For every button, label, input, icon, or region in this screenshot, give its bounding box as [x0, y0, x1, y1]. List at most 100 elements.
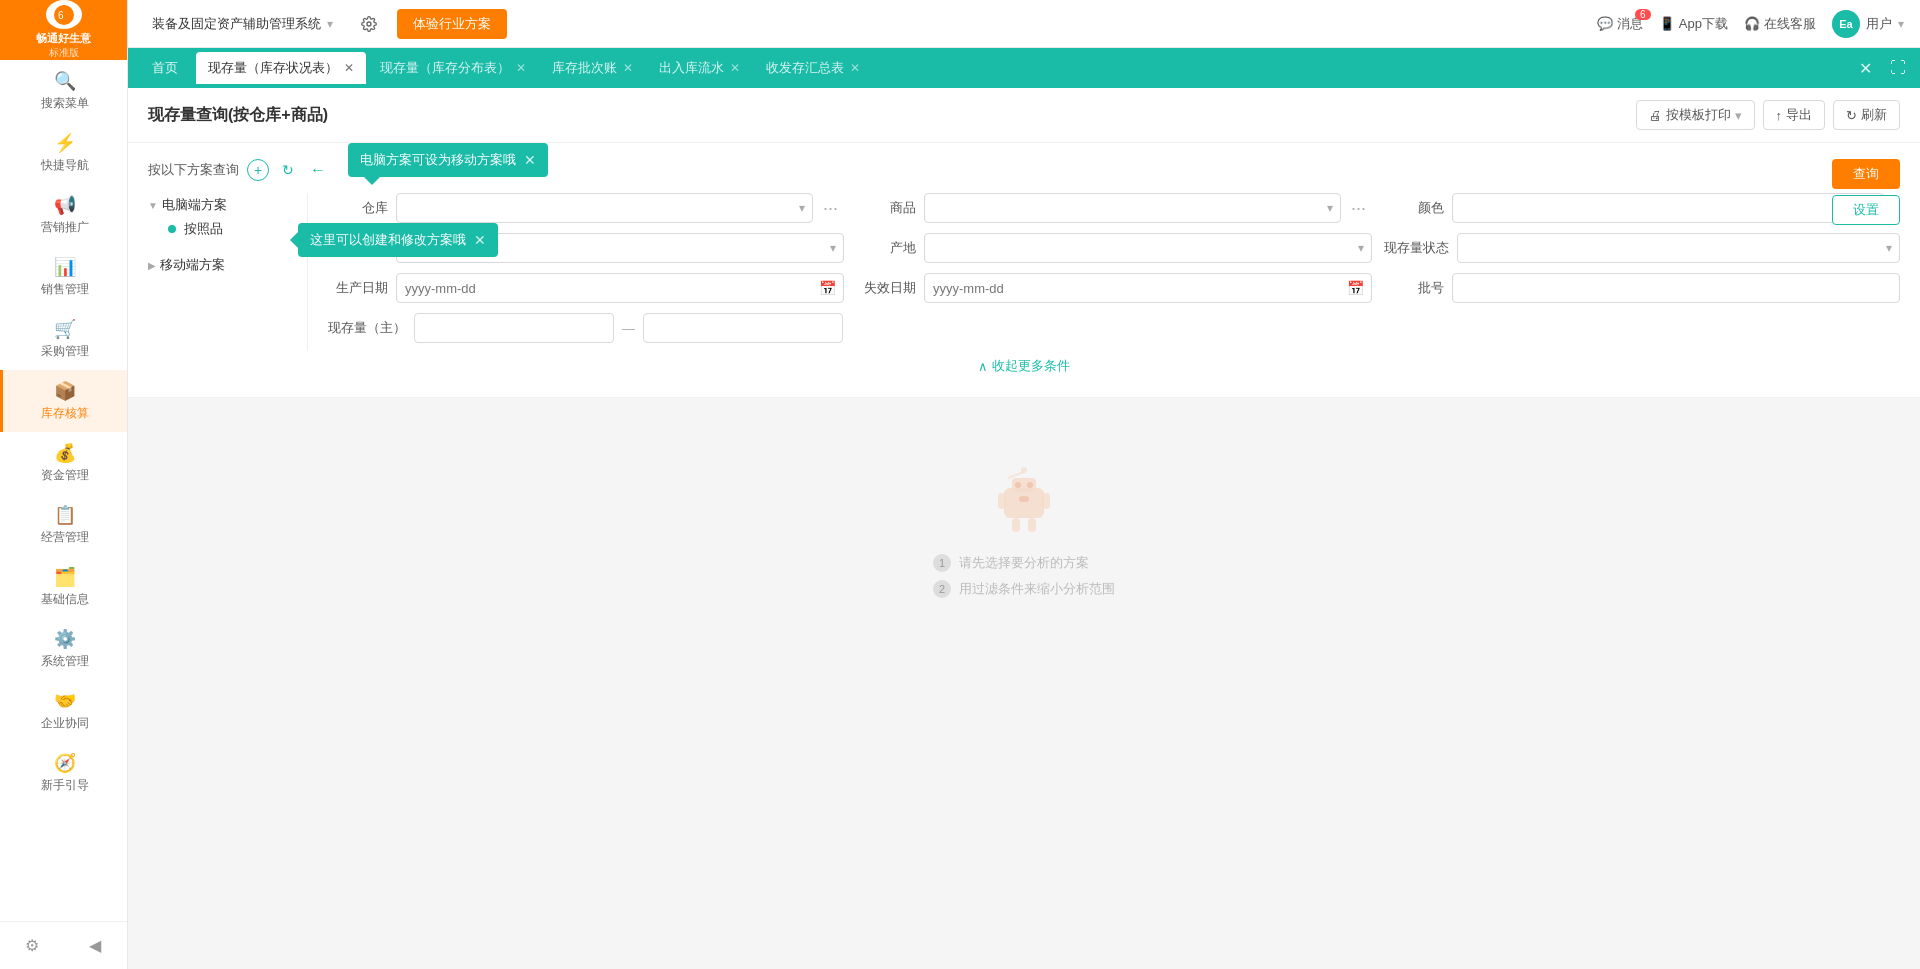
system-icon: ⚙️ — [54, 628, 76, 650]
tooltip1-close[interactable]: ✕ — [524, 152, 536, 168]
settings-btn[interactable] — [353, 8, 385, 40]
filter-arrow-btn[interactable]: ← — [307, 159, 329, 181]
svg-point-0 — [54, 5, 74, 25]
user-menu[interactable]: Ea 用户 ▾ — [1832, 10, 1904, 38]
expire-calendar-icon[interactable]: 📅 — [1347, 280, 1364, 296]
product-select[interactable] — [924, 193, 1341, 223]
sidebar-label-sales: 销售管理 — [41, 281, 89, 298]
sidebar-item-operation[interactable]: 📋 经营管理 — [0, 494, 127, 556]
filter-stock-status: 现存量状态 — [1384, 233, 1900, 263]
tab-close-batch[interactable]: ✕ — [623, 61, 633, 75]
sidebar-item-purchase[interactable]: 🛒 采购管理 — [0, 308, 127, 370]
filter-row-1: 仓库 ··· 商品 — [328, 193, 1900, 223]
tab-flow[interactable]: 出入库流水 ✕ — [647, 52, 752, 84]
produce-date-input[interactable] — [396, 273, 844, 303]
filter-row-4: 现存量（主） — — [328, 313, 1900, 343]
tab-batch[interactable]: 库存批次账 ✕ — [540, 52, 645, 84]
sidebar-item-search[interactable]: 🔍 搜索菜单 — [0, 60, 127, 122]
produce-calendar-icon[interactable]: 📅 — [819, 280, 836, 296]
empty-state: 1 请先选择要分析的方案 2 用过滤条件来缩小分析范围 — [128, 398, 1920, 658]
product-label: 商品 — [856, 199, 916, 217]
color-select[interactable] — [1452, 193, 1884, 223]
print-chevron-icon: ▾ — [1735, 108, 1742, 123]
batch-input[interactable] — [1452, 273, 1900, 303]
sidebar-item-sales[interactable]: 📊 销售管理 — [0, 246, 127, 308]
scheme-desktop[interactable]: ▼ 电脑端方案 — [148, 193, 295, 217]
tab-close-flow[interactable]: ✕ — [730, 61, 740, 75]
tab-bar: 首页 现存量（库存状况表） ✕ 现存量（库存分布表） ✕ 库存批次账 ✕ 出入库… — [128, 48, 1920, 88]
tab-summary-label: 收发存汇总表 — [766, 59, 844, 77]
industry-btn[interactable]: 体验行业方案 — [397, 9, 507, 39]
refresh-btn[interactable]: ↻ 刷新 — [1833, 100, 1900, 130]
filter-refresh-btn[interactable]: ↻ — [277, 159, 299, 181]
sidebar-label-purchase: 采购管理 — [41, 343, 89, 360]
scheme-mobile[interactable]: ▶ 移动端方案 — [148, 253, 295, 277]
sidebar-item-newbie[interactable]: 🧭 新手引导 — [0, 742, 127, 804]
sidebar-item-system[interactable]: ⚙️ 系统管理 — [0, 618, 127, 680]
warehouse-field-wrapper: ··· — [396, 193, 844, 223]
tab-inventory-dist[interactable]: 现存量（库存分布表） ✕ — [368, 52, 538, 84]
filter-produce-date: 生产日期 📅 — [328, 273, 844, 303]
basic-icon: 🗂️ — [54, 566, 76, 588]
origin-select-wrapper — [924, 233, 1372, 263]
filter-fields: 仓库 ··· 商品 — [328, 193, 1900, 351]
user-chevron-icon: ▾ — [1898, 17, 1904, 31]
sidebar-label-enterprise: 企业协同 — [41, 715, 89, 732]
tooltip2-close[interactable]: ✕ — [474, 232, 486, 248]
expire-date-input[interactable] — [924, 273, 1372, 303]
sidebar-item-marketing[interactable]: 📢 营销推广 — [0, 184, 127, 246]
online-support-btn[interactable]: 🎧 在线客服 — [1744, 15, 1816, 33]
tab-inventory-dist-label: 现存量（库存分布表） — [380, 59, 510, 77]
tab-close-summary[interactable]: ✕ — [850, 61, 860, 75]
sidebar-item-finance[interactable]: 💰 资金管理 — [0, 432, 127, 494]
product-dots-btn[interactable]: ··· — [1345, 198, 1372, 219]
tab-close-inventory-status[interactable]: ✕ — [344, 61, 354, 75]
step1-num: 1 — [933, 554, 951, 572]
sidebar-item-enterprise[interactable]: 🤝 企业协同 — [0, 680, 127, 742]
scheme-desktop-child-label: 按照品 — [184, 220, 223, 238]
color-label: 颜色 — [1384, 199, 1444, 217]
product-select-wrapper — [924, 193, 1341, 223]
header-right: 💬 消息 6 📱 App下载 🎧 在线客服 Ea 用户 ▾ — [1597, 10, 1904, 38]
svg-rect-7 — [1019, 496, 1029, 502]
marketing-icon: 📢 — [54, 194, 76, 216]
tooltip1-text: 电脑方案可设为移动方案哦 — [360, 151, 516, 169]
tab-inventory-status[interactable]: 现存量（库存状况表） ✕ — [196, 52, 366, 84]
filter-expire-date: 失效日期 📅 — [856, 273, 1372, 303]
page-actions: 🖨 按模板打印 ▾ ↑ 导出 ↻ 刷新 — [1636, 100, 1901, 130]
sidebar-bottom: ⚙ ◀ — [0, 921, 127, 969]
tab-home[interactable]: 首页 — [136, 52, 194, 84]
filter-warehouse: 仓库 ··· — [328, 193, 844, 223]
export-icon: ↑ — [1776, 108, 1783, 123]
origin-select[interactable] — [924, 233, 1372, 263]
stock-qty-max-input[interactable] — [643, 313, 843, 343]
fullscreen-btn[interactable]: ⛶ — [1884, 55, 1912, 81]
search-btn[interactable]: 查询 — [1832, 159, 1900, 189]
empty-illustration — [984, 458, 1064, 538]
system-selector[interactable]: 装备及固定资产辅助管理系统 ▾ — [144, 11, 341, 37]
sidebar-label-basic: 基础信息 — [41, 591, 89, 608]
filter-add-btn[interactable]: + — [247, 159, 269, 181]
warehouse-dots-btn[interactable]: ··· — [817, 198, 844, 219]
warehouse-select[interactable] — [396, 193, 813, 223]
collapse-btn[interactable]: ∧ 收起更多条件 — [148, 351, 1900, 381]
sidebar-item-quick[interactable]: ⚡ 快捷导航 — [0, 122, 127, 184]
app-download-btn[interactable]: 📱 App下载 — [1659, 15, 1728, 33]
export-btn[interactable]: ↑ 导出 — [1763, 100, 1826, 130]
tab-summary[interactable]: 收发存汇总表 ✕ — [754, 52, 872, 84]
tab-close-inventory-dist[interactable]: ✕ — [516, 61, 526, 75]
step2-text: 用过滤条件来缩小分析范围 — [959, 580, 1115, 598]
message-btn[interactable]: 💬 消息 6 — [1597, 15, 1643, 33]
stock-qty-min-input[interactable] — [414, 313, 614, 343]
sidebar-collapse-btn[interactable]: ◀ — [64, 930, 128, 961]
stock-status-select[interactable] — [1457, 233, 1900, 263]
scheme-desktop-child[interactable]: 按照品 — [148, 217, 295, 241]
produce-date-wrapper: 📅 — [396, 273, 844, 303]
svg-point-13 — [1021, 467, 1027, 473]
sidebar-item-inventory[interactable]: 📦 库存核算 — [0, 370, 127, 432]
print-btn[interactable]: 🖨 按模板打印 ▾ — [1636, 100, 1755, 130]
close-all-tabs-btn[interactable]: ✕ — [1853, 55, 1878, 82]
reset-btn[interactable]: 设置 — [1832, 195, 1900, 225]
sidebar-item-basic[interactable]: 🗂️ 基础信息 — [0, 556, 127, 618]
sidebar-settings-btn[interactable]: ⚙ — [0, 930, 64, 961]
